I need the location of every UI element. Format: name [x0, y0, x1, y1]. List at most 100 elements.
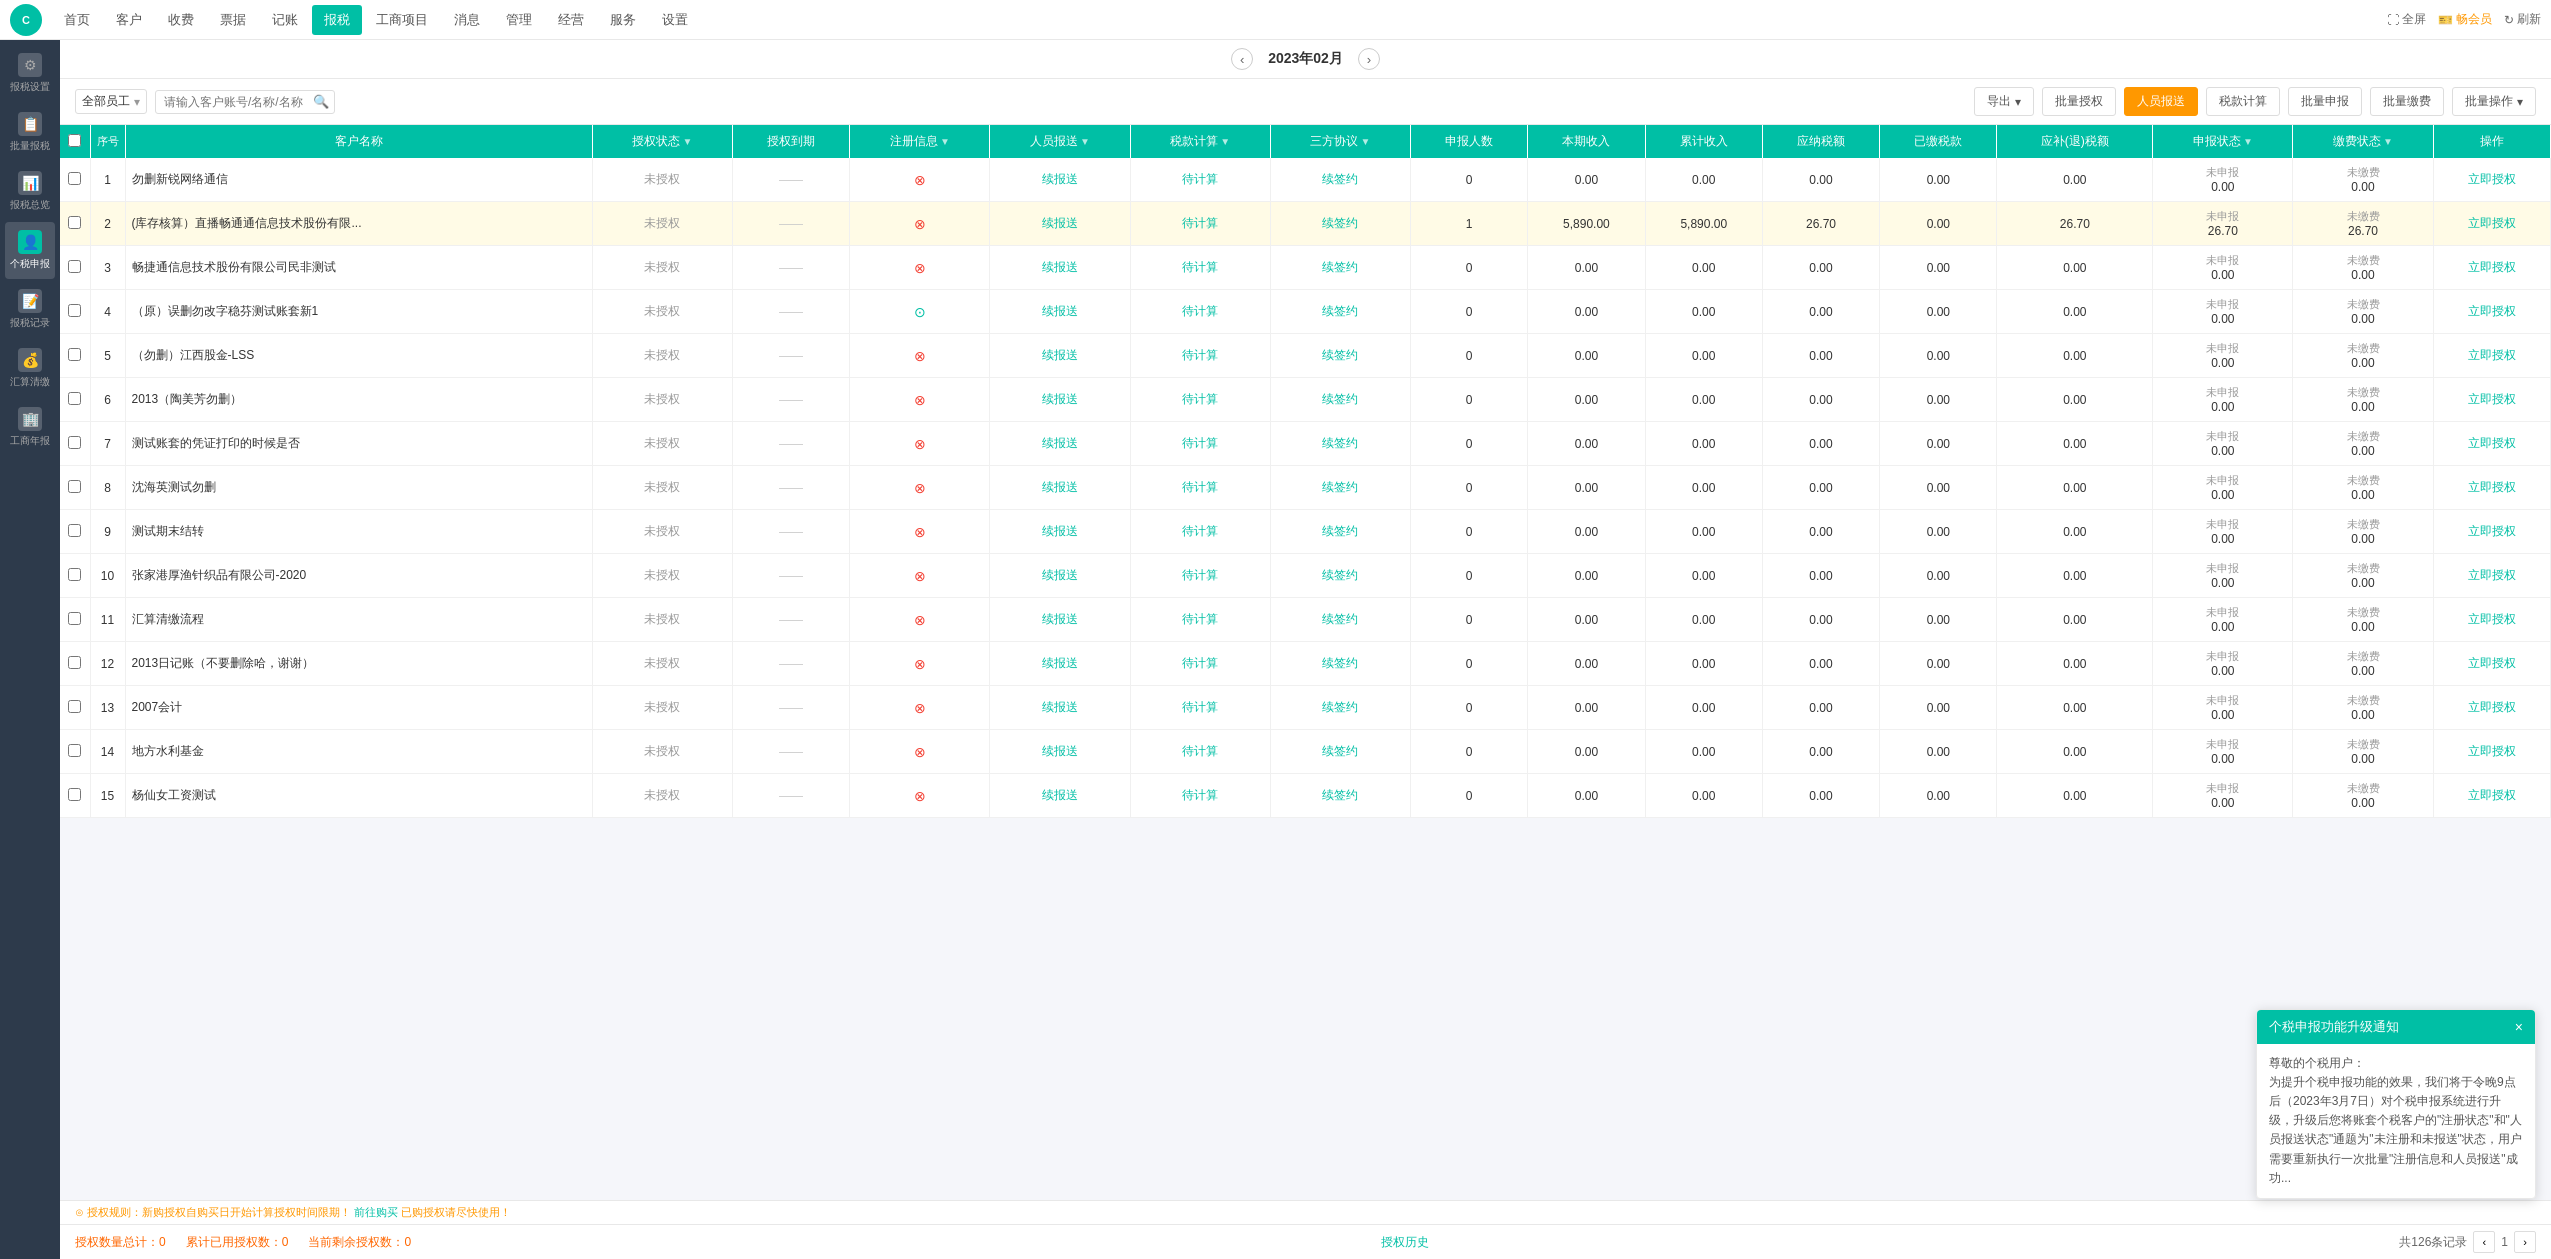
tax-calc-link[interactable]: 待计算 — [1182, 348, 1218, 362]
tri-party-link[interactable]: 续签约 — [1322, 656, 1358, 670]
row-checkbox[interactable] — [68, 216, 81, 229]
row-checkbox[interactable] — [68, 348, 81, 361]
tax-calc-link[interactable]: 待计算 — [1182, 656, 1218, 670]
row-checkbox[interactable] — [68, 744, 81, 757]
vip-button[interactable]: 🎫 畅会员 — [2438, 11, 2492, 28]
tax-calc-link[interactable]: 待计算 — [1182, 260, 1218, 274]
row-checkbox[interactable] — [68, 700, 81, 713]
action-link[interactable]: 立即授权 — [2468, 304, 2516, 318]
col-person-report[interactable]: 人员报送▼ — [990, 125, 1130, 158]
next-month-button[interactable]: › — [1358, 48, 1380, 70]
nav-tax[interactable]: 报税 — [312, 5, 362, 35]
action-link[interactable]: 立即授权 — [2468, 348, 2516, 362]
action-link[interactable]: 立即授权 — [2468, 436, 2516, 450]
nav-billing[interactable]: 收费 — [156, 5, 206, 35]
batch-auth-button[interactable]: 批量授权 — [2042, 87, 2116, 116]
row-checkbox[interactable] — [68, 524, 81, 537]
nav-home[interactable]: 首页 — [52, 5, 102, 35]
tri-party-link[interactable]: 续签约 — [1322, 260, 1358, 274]
action-link[interactable]: 立即授权 — [2468, 480, 2516, 494]
sidebar-item-tax-settings[interactable]: ⚙ 报税设置 — [5, 45, 55, 102]
col-reg-info[interactable]: 注册信息▼ — [850, 125, 990, 158]
batch-report-button[interactable]: 批量申报 — [2288, 87, 2362, 116]
fullscreen-button[interactable]: ⛶ 全屏 — [2387, 11, 2426, 28]
tax-calc-link[interactable]: 待计算 — [1182, 480, 1218, 494]
tax-calc-button[interactable]: 税款计算 — [2206, 87, 2280, 116]
action-link[interactable]: 立即授权 — [2468, 700, 2516, 714]
sidebar-item-personal-tax[interactable]: 👤 个税申报 — [5, 222, 55, 279]
nav-business[interactable]: 工商项目 — [364, 5, 440, 35]
col-auth-expiry[interactable]: 授权到期 — [732, 125, 849, 158]
sidebar-item-annual-settlement[interactable]: 💰 汇算清缴 — [5, 340, 55, 397]
row-checkbox[interactable] — [68, 480, 81, 493]
prev-month-button[interactable]: ‹ — [1231, 48, 1253, 70]
tri-party-link[interactable]: 续签约 — [1322, 172, 1358, 186]
tax-calc-link[interactable]: 待计算 — [1182, 304, 1218, 318]
tri-party-link[interactable]: 续签约 — [1322, 568, 1358, 582]
row-checkbox[interactable] — [68, 172, 81, 185]
nav-invoice[interactable]: 票据 — [208, 5, 258, 35]
tri-party-link[interactable]: 续签约 — [1322, 348, 1358, 362]
col-auth-status[interactable]: 授权状态▼ — [592, 125, 732, 158]
col-pay-status[interactable]: 缴费状态▼ — [2293, 125, 2433, 158]
personal-report-button[interactable]: 人员报送 — [2124, 87, 2198, 116]
person-report-link[interactable]: 续报送 — [1042, 260, 1078, 274]
person-report-link[interactable]: 续报送 — [1042, 700, 1078, 714]
person-report-link[interactable]: 续报送 — [1042, 656, 1078, 670]
tri-party-link[interactable]: 续签约 — [1322, 744, 1358, 758]
sidebar-item-tax-overview[interactable]: 📊 报税总览 — [5, 163, 55, 220]
tri-party-link[interactable]: 续签约 — [1322, 392, 1358, 406]
auth-history-link[interactable]: 授权历史 — [1381, 1235, 1429, 1249]
tax-calc-link[interactable]: 待计算 — [1182, 392, 1218, 406]
tax-calc-link[interactable]: 待计算 — [1182, 524, 1218, 538]
employee-select[interactable]: 全部员工 ▾ — [75, 89, 147, 114]
action-link[interactable]: 立即授权 — [2468, 744, 2516, 758]
prev-page-button[interactable]: ‹ — [2473, 1231, 2495, 1253]
tri-party-link[interactable]: 续签约 — [1322, 788, 1358, 802]
notification-close-button[interactable]: × — [2515, 1019, 2523, 1035]
person-report-link[interactable]: 续报送 — [1042, 568, 1078, 582]
col-tax-calc[interactable]: 税款计算▼ — [1130, 125, 1270, 158]
nav-management[interactable]: 管理 — [494, 5, 544, 35]
row-checkbox[interactable] — [68, 436, 81, 449]
person-report-link[interactable]: 续报送 — [1042, 304, 1078, 318]
person-report-link[interactable]: 续报送 — [1042, 216, 1078, 230]
col-report-status[interactable]: 申报状态▼ — [2153, 125, 2293, 158]
row-checkbox[interactable] — [68, 612, 81, 625]
nav-service[interactable]: 服务 — [598, 5, 648, 35]
tax-calc-link[interactable]: 待计算 — [1182, 744, 1218, 758]
action-link[interactable]: 立即授权 — [2468, 612, 2516, 626]
row-checkbox[interactable] — [68, 260, 81, 273]
tri-party-link[interactable]: 续签约 — [1322, 436, 1358, 450]
person-report-link[interactable]: 续报送 — [1042, 524, 1078, 538]
tax-calc-link[interactable]: 待计算 — [1182, 700, 1218, 714]
person-report-link[interactable]: 续报送 — [1042, 480, 1078, 494]
sidebar-item-batch-tax[interactable]: 📋 批量报税 — [5, 104, 55, 161]
row-checkbox[interactable] — [68, 392, 81, 405]
person-report-link[interactable]: 续报送 — [1042, 172, 1078, 186]
buy-auth-link[interactable]: 前往购买 — [354, 1206, 398, 1218]
tri-party-link[interactable]: 续签约 — [1322, 612, 1358, 626]
tri-party-link[interactable]: 续签约 — [1322, 304, 1358, 318]
sidebar-item-annual-report[interactable]: 🏢 工商年报 — [5, 399, 55, 456]
select-all-checkbox[interactable] — [68, 134, 81, 147]
row-checkbox[interactable] — [68, 788, 81, 801]
action-link[interactable]: 立即授权 — [2468, 216, 2516, 230]
search-icon[interactable]: 🔍 — [313, 94, 329, 109]
batch-op-button[interactable]: 批量操作 ▾ — [2452, 87, 2536, 116]
tax-calc-link[interactable]: 待计算 — [1182, 216, 1218, 230]
search-input[interactable] — [155, 90, 335, 114]
person-report-link[interactable]: 续报送 — [1042, 348, 1078, 362]
tax-calc-link[interactable]: 待计算 — [1182, 436, 1218, 450]
action-link[interactable]: 立即授权 — [2468, 656, 2516, 670]
tax-calc-link[interactable]: 待计算 — [1182, 788, 1218, 802]
action-link[interactable]: 立即授权 — [2468, 260, 2516, 274]
nav-settings[interactable]: 设置 — [650, 5, 700, 35]
row-checkbox[interactable] — [68, 656, 81, 669]
export-button[interactable]: 导出 ▾ — [1974, 87, 2034, 116]
row-checkbox[interactable] — [68, 568, 81, 581]
person-report-link[interactable]: 续报送 — [1042, 612, 1078, 626]
sidebar-item-tax-records[interactable]: 📝 报税记录 — [5, 281, 55, 338]
action-link[interactable]: 立即授权 — [2468, 788, 2516, 802]
nav-customer[interactable]: 客户 — [104, 5, 154, 35]
